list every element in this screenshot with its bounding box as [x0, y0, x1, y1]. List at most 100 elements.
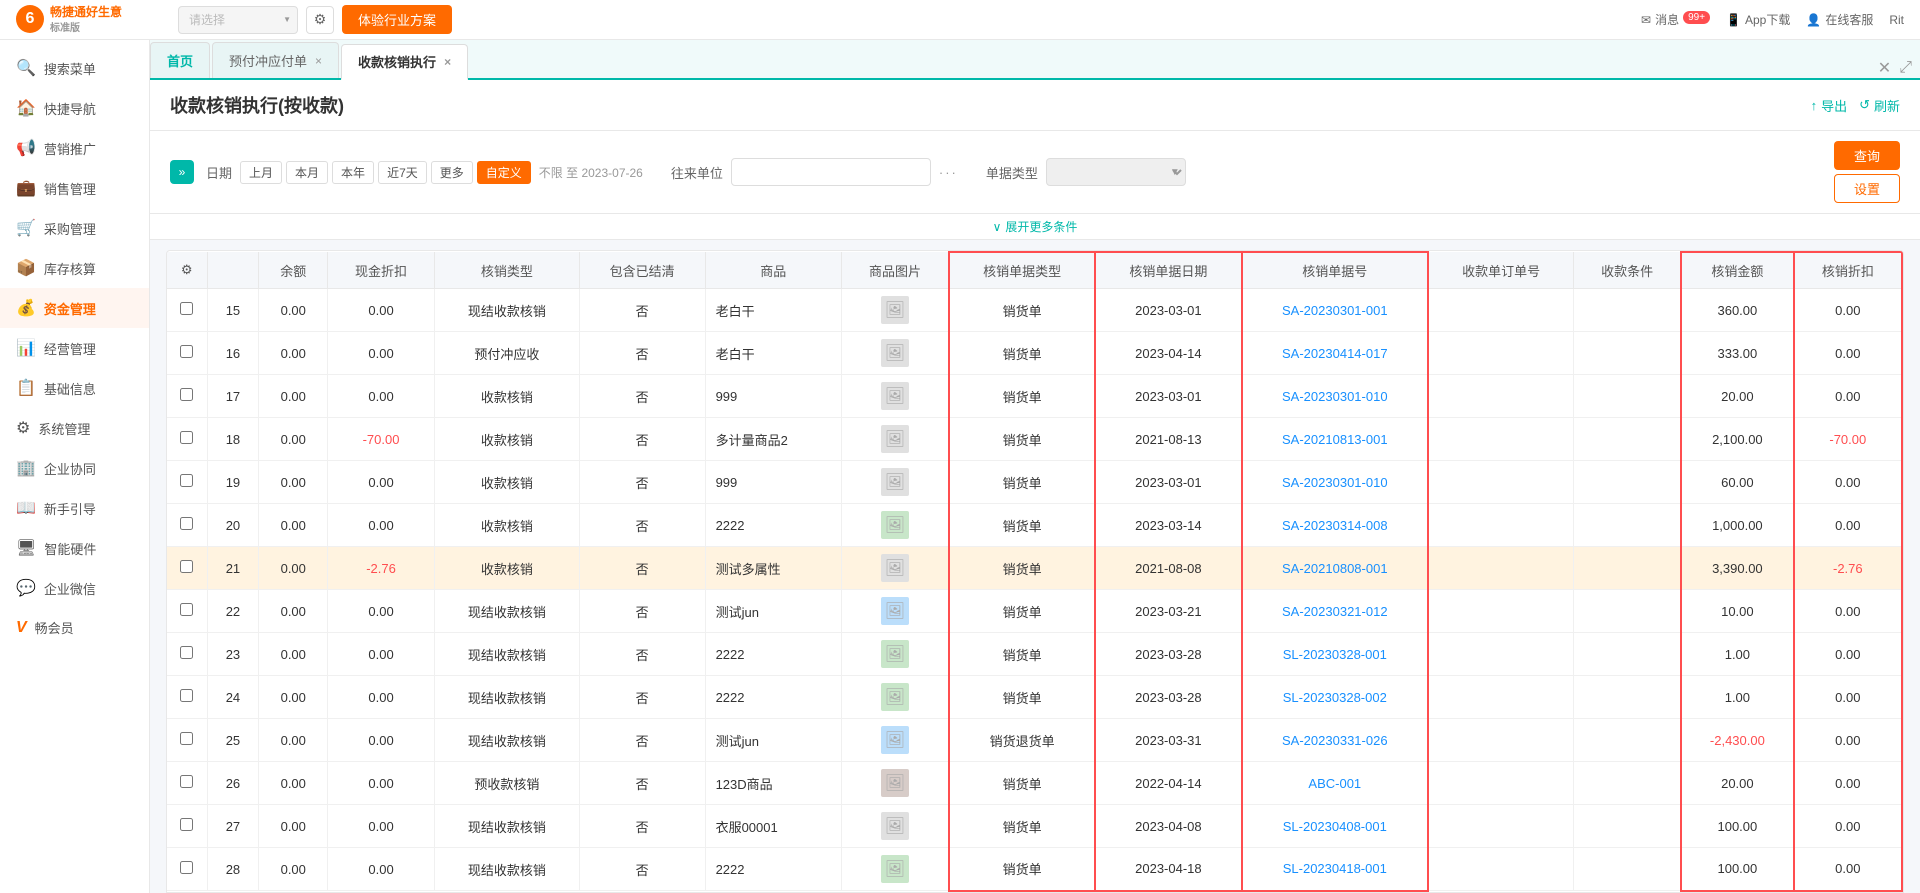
sidebar-item-operation[interactable]: 📊 经营管理: [0, 328, 149, 368]
td-bill-no[interactable]: SL-20230408-001: [1242, 805, 1429, 848]
sidebar-item-basic[interactable]: 📋 基础信息: [0, 368, 149, 408]
user-name[interactable]: Rit: [1889, 13, 1904, 27]
td-checkbox[interactable]: [167, 461, 207, 504]
filter-settings-btn[interactable]: 设置: [1834, 174, 1900, 203]
sidebar-item-search[interactable]: 🔍 搜索菜单: [0, 48, 149, 88]
td-bill-type: 销货单: [949, 762, 1095, 805]
expand-filter-row[interactable]: ∨ 展开更多条件: [150, 214, 1920, 240]
member-icon: V: [16, 619, 27, 637]
tab-prepay[interactable]: 预付冲应付单 ×: [212, 42, 339, 78]
td-goods-img: 🖼: [841, 418, 949, 461]
td-bill-no[interactable]: SA-20230414-017: [1242, 332, 1429, 375]
td-bill-no[interactable]: SA-20230301-010: [1242, 375, 1429, 418]
td-checkbox[interactable]: [167, 633, 207, 676]
tab-expand-icon[interactable]: ⤢: [1899, 59, 1912, 77]
td-checkbox[interactable]: [167, 504, 207, 547]
company-input[interactable]: [731, 158, 931, 186]
sidebar-item-enterprise[interactable]: 🏢 企业协同: [0, 448, 149, 488]
td-bill-no[interactable]: SA-20230301-010: [1242, 461, 1429, 504]
sidebar-label-finance: 资金管理: [44, 299, 96, 318]
sidebar-label-basic: 基础信息: [44, 379, 96, 398]
bill-type-select[interactable]: [1046, 158, 1186, 186]
td-goods: 测试jun: [705, 719, 841, 762]
sidebar-item-finance[interactable]: 💰 资金管理: [0, 288, 149, 328]
date-more[interactable]: 更多: [431, 161, 473, 184]
td-write-off-amount: 3,390.00: [1681, 547, 1794, 590]
app-download-btn[interactable]: 📱 App下载: [1726, 11, 1790, 28]
td-checkbox[interactable]: [167, 289, 207, 332]
date-this-month[interactable]: 本月: [286, 161, 328, 184]
tab-home[interactable]: 首页: [150, 42, 210, 78]
settings-icon[interactable]: ⚙: [306, 6, 334, 34]
td-checkbox[interactable]: [167, 375, 207, 418]
refresh-btn[interactable]: ↺ 刷新: [1859, 96, 1900, 115]
td-write-off-amount: 360.00: [1681, 289, 1794, 332]
date-this-year[interactable]: 本年: [332, 161, 374, 184]
td-goods: 测试jun: [705, 590, 841, 633]
filter-collapse-btn[interactable]: »: [170, 160, 194, 184]
td-bill-no[interactable]: SL-20230328-001: [1242, 633, 1429, 676]
th-settings: ⚙: [167, 252, 207, 289]
logo-area: 6 畅捷通好生意 标准版: [16, 5, 166, 34]
date-last-month[interactable]: 上月: [240, 161, 282, 184]
sidebar-item-shortcut[interactable]: 🏠 快捷导航: [0, 88, 149, 128]
td-includes-settled: 否: [579, 461, 705, 504]
company-selector[interactable]: 请选择: [178, 6, 298, 34]
sidebar-item-marketing[interactable]: 📢 营销推广: [0, 128, 149, 168]
sidebar-item-wechat[interactable]: 💬 企业微信: [0, 568, 149, 608]
td-bill-no[interactable]: SA-20230301-001: [1242, 289, 1429, 332]
td-includes-settled: 否: [579, 590, 705, 633]
table-row: 18 0.00 -70.00 收款核销 否 多计量商品2 🖼 销货单 2021-…: [167, 418, 1902, 461]
th-bill-type: 核销单据类型: [949, 252, 1095, 289]
td-bill-no[interactable]: SL-20230328-002: [1242, 676, 1429, 719]
query-btn[interactable]: 查询: [1834, 141, 1900, 170]
sidebar-item-purchase[interactable]: 🛒 采购管理: [0, 208, 149, 248]
td-bill-no[interactable]: SA-20230314-008: [1242, 504, 1429, 547]
td-receipt-condition: [1574, 590, 1682, 633]
td-write-off-type: 现结收款核销: [434, 676, 579, 719]
sidebar-item-system[interactable]: ⚙ 系统管理: [0, 408, 149, 448]
td-receipt-condition: [1574, 633, 1682, 676]
td-balance: 0.00: [259, 633, 328, 676]
tab-receipt[interactable]: 收款核销执行 ×: [341, 44, 468, 80]
sidebar-label-inventory: 库存核算: [44, 259, 96, 278]
td-includes-settled: 否: [579, 547, 705, 590]
td-checkbox[interactable]: [167, 719, 207, 762]
sidebar-item-guide[interactable]: 📖 新手引导: [0, 488, 149, 528]
td-goods-img: 🖼: [841, 590, 949, 633]
td-bill-no[interactable]: SA-20210813-001: [1242, 418, 1429, 461]
td-write-off-type: 现结收款核销: [434, 805, 579, 848]
tab-close-all-icon[interactable]: ✕: [1878, 58, 1891, 78]
td-checkbox[interactable]: [167, 590, 207, 633]
date-custom[interactable]: 自定义: [477, 161, 531, 184]
td-bill-no[interactable]: SA-20230321-012: [1242, 590, 1429, 633]
export-btn[interactable]: ↑ 导出: [1811, 96, 1848, 115]
td-checkbox[interactable]: [167, 805, 207, 848]
industry-btn[interactable]: 体验行业方案: [342, 5, 452, 34]
td-bill-no[interactable]: SL-20230418-001: [1242, 848, 1429, 891]
filter-area: » 日期 上月 本月 本年 近7天 更多 自定义 不限 至 2023-07-26…: [150, 131, 1920, 214]
sidebar-item-hardware[interactable]: 🖥 智能硬件: [0, 528, 149, 568]
tab-receipt-close[interactable]: ×: [444, 55, 451, 69]
date-last-7days[interactable]: 近7天: [378, 161, 427, 184]
td-checkbox[interactable]: [167, 332, 207, 375]
td-checkbox[interactable]: [167, 418, 207, 461]
sidebar-item-sales[interactable]: 💼 销售管理: [0, 168, 149, 208]
online-service-btn[interactable]: 👤 在线客服: [1806, 11, 1873, 28]
td-checkbox[interactable]: [167, 547, 207, 590]
sidebar-item-member[interactable]: V 畅会员: [0, 608, 149, 647]
td-checkbox[interactable]: [167, 762, 207, 805]
filter-row: 日期 上月 本月 本年 近7天 更多 自定义 不限 至 2023-07-26 往…: [206, 158, 1822, 186]
td-bill-no[interactable]: SA-20230331-026: [1242, 719, 1429, 762]
td-checkbox[interactable]: [167, 848, 207, 891]
table-row: 28 0.00 0.00 现结收款核销 否 2222 🖼 销货单 2023-04…: [167, 848, 1902, 891]
messages-btn[interactable]: ✉ 消息 99+: [1641, 11, 1710, 28]
td-bill-no[interactable]: SA-20210808-001: [1242, 547, 1429, 590]
td-checkbox[interactable]: [167, 676, 207, 719]
th-bill-no: 核销单据号: [1242, 252, 1429, 289]
tab-prepay-close[interactable]: ×: [315, 54, 322, 68]
sidebar-item-inventory[interactable]: 📦 库存核算: [0, 248, 149, 288]
date-range-text: 不限 至 2023-07-26: [539, 164, 643, 181]
td-write-off-discount: 0.00: [1794, 676, 1902, 719]
td-bill-no[interactable]: ABC-001: [1242, 762, 1429, 805]
